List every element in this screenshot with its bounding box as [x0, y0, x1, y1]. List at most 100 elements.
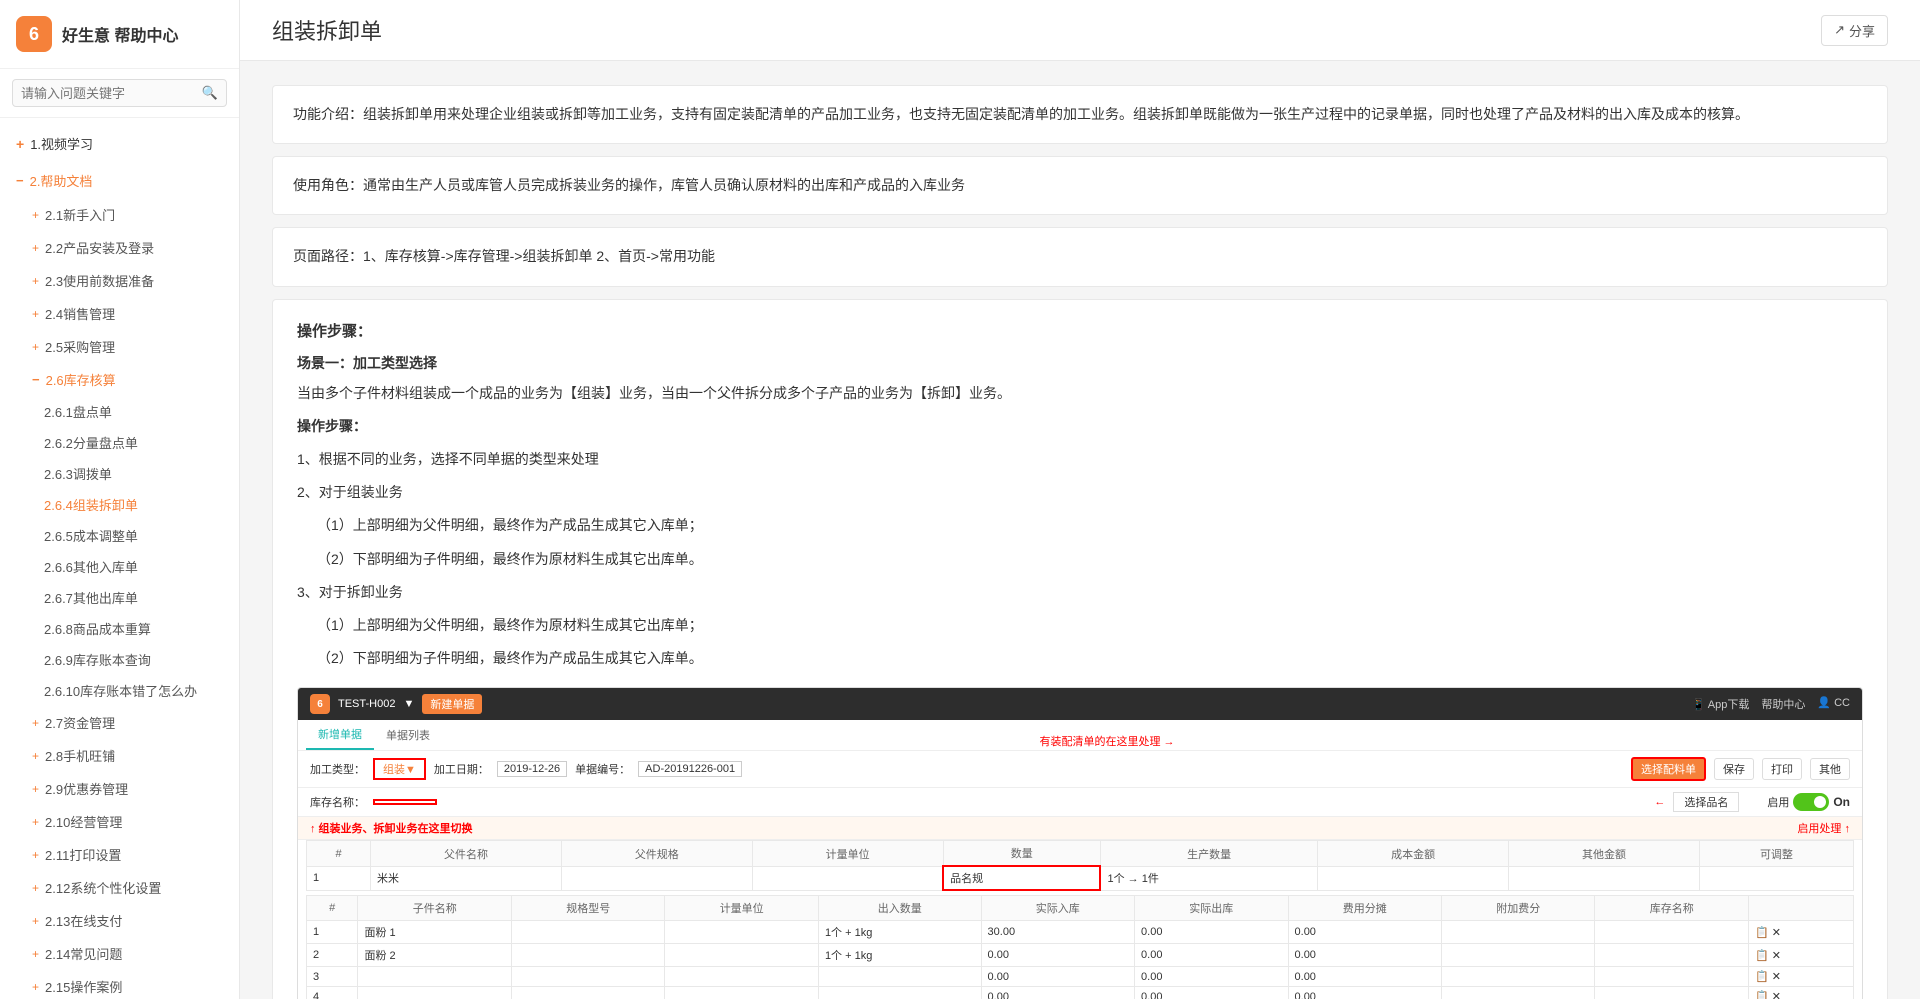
- step2-2: （2）下部明细为子件明细，最终作为原材料生成其它出库单。: [297, 547, 1863, 572]
- mock-new-btn[interactable]: 新建单据: [422, 694, 482, 714]
- sidebar-item-faq[interactable]: + 2.14常见问题: [16, 937, 239, 970]
- td-parent-spec: [561, 866, 752, 890]
- nav-item-269[interactable]: 2.6.9库存账本查询: [28, 644, 239, 675]
- sidebar-item-cases[interactable]: + 2.15操作案例: [16, 970, 239, 999]
- search-box[interactable]: 🔍: [12, 79, 227, 107]
- plus-icon-payment: +: [32, 914, 39, 928]
- nav-item-261[interactable]: 2.6.1盘点单: [28, 396, 239, 427]
- sidebar-item-video-label: 1.视频学习: [30, 134, 93, 153]
- search-input[interactable]: [21, 86, 202, 101]
- scene1-title: 场景一：加工类型选择: [297, 353, 1863, 373]
- mock-toggle-on[interactable]: [1793, 793, 1829, 811]
- plus-icon-data: +: [32, 274, 39, 288]
- mock-form-header: 加工类型： 组装▼ 加工日期： 2019-12-26 单据编号： AD-2019…: [298, 751, 1862, 788]
- main-content: 组装拆卸单 ↗ 分享 功能介绍：组装拆卸单用来处理企业组装或拆卸等加工业务，支持…: [240, 0, 1920, 999]
- mock-date-label: 加工日期：: [434, 761, 489, 777]
- nav-item-264[interactable]: 2.6.4组装拆卸单: [28, 489, 239, 520]
- step3: 3、对于拆卸业务: [297, 580, 1863, 605]
- sidebar-item-data[interactable]: + 2.3使用前数据准备: [16, 264, 239, 297]
- mock-helper: 帮助中心: [1761, 696, 1805, 712]
- share-icon: ↗: [1834, 22, 1845, 38]
- nav-item-2610[interactable]: 2.6.10库存账本错了怎么办: [28, 675, 239, 706]
- td-parent-name: 米米: [371, 866, 562, 890]
- nav-item-268[interactable]: 2.6.8商品成本重算: [28, 613, 239, 644]
- bth-alloc: 费用分摊: [1288, 896, 1441, 921]
- th-no: #: [307, 841, 371, 867]
- sidebar-item-sales[interactable]: + 2.4销售管理: [16, 297, 239, 330]
- mock-tab-active[interactable]: 新增单据: [306, 720, 374, 750]
- sidebar-item-sys[interactable]: + 2.12系统个性化设置: [16, 871, 239, 904]
- plus-icon-mobile: +: [32, 749, 39, 763]
- mock-annotation-stock: ←: [1654, 796, 1665, 808]
- sidebar-item-purchase[interactable]: + 2.5采购管理: [16, 330, 239, 363]
- plus-icon-purchase: +: [32, 340, 39, 354]
- table-row: 1 面粉 1 1个 + 1kg 30.00 0.00 0.00: [307, 921, 1854, 944]
- sidebar-item-mobile[interactable]: + 2.8手机旺铺: [16, 739, 239, 772]
- role-text: 使用角色：通常由生产人员或库管人员完成拆装业务的操作，库管人员确认原材料的出库和…: [293, 177, 965, 193]
- mock-header-id: TEST-H002: [338, 698, 395, 710]
- nav-item-267[interactable]: 2.6.7其他出库单: [28, 582, 239, 613]
- sidebar-item-payment[interactable]: + 2.13在线支付: [16, 904, 239, 937]
- mock-annotation-assembly: 有装配清单的在这里处理 →: [1039, 733, 1174, 749]
- td-no: 1: [307, 866, 371, 890]
- mock-stock-row: 库存名称： ← 选择品名 启用 On: [298, 788, 1862, 817]
- share-label: 分享: [1849, 21, 1875, 40]
- sidebar-item-install[interactable]: + 2.2产品安装及登录: [16, 231, 239, 264]
- mock-select-btn[interactable]: 选择配料单: [1631, 757, 1706, 781]
- nav-area: + 1.视频学习 − 2.帮助文档 + 2.1新手入门 + 2.2产品安装及登录: [0, 118, 239, 999]
- mock-print-btn[interactable]: 打印: [1762, 758, 1802, 780]
- sidebar-item-inventory[interactable]: − 2.6库存核算: [16, 363, 239, 396]
- sidebar-item-coupon[interactable]: + 2.9优惠券管理: [16, 772, 239, 805]
- nav-item-266[interactable]: 2.6.6其他入库单: [28, 551, 239, 582]
- mock-num-label: 单据编号：: [575, 761, 630, 777]
- scene1-desc: 当由多个子件材料组装成一个成品的业务为【组装】业务，当由一个父件拆分成多个子产品…: [297, 381, 1863, 406]
- th-qty: 数量: [943, 841, 1100, 867]
- plus-icon-newbie: +: [32, 208, 39, 222]
- table-row: 1 米米 品名规 1个 → 1件: [307, 866, 1854, 890]
- mock-screenshot: 6 TEST-H002 ▼ 新建单据 📱 App下载 帮助中心 👤 CC: [298, 688, 1862, 999]
- mock-qty-red[interactable]: 品名规: [950, 873, 983, 885]
- steps-block: 操作步骤： 场景一：加工类型选择 当由多个子件材料组装成一个成品的业务为【组装】…: [272, 299, 1888, 999]
- mock-dropdown-icon: ▼: [403, 698, 414, 710]
- share-button[interactable]: ↗ 分享: [1821, 15, 1888, 46]
- nav-item-263[interactable]: 2.6.3调拨单: [28, 458, 239, 489]
- mock-toggle-area: 启用 On: [1767, 793, 1850, 811]
- td-prod-qty: 1个 → 1件: [1100, 866, 1317, 890]
- screenshot-container: 6 TEST-H002 ▼ 新建单据 📱 App下载 帮助中心 👤 CC: [297, 687, 1863, 999]
- table-row: 30.000.000.00📋 ✕: [307, 967, 1854, 987]
- mock-tab-list[interactable]: 单据列表: [374, 721, 442, 749]
- intro-text: 功能介绍：组装拆卸单用来处理企业组装或拆卸等加工业务，支持有固定装配清单的产品加…: [293, 106, 1749, 122]
- sidebar-item-video[interactable]: + 1.视频学习: [0, 126, 239, 161]
- minus-icon: −: [16, 173, 24, 188]
- arrow-right: →: [1164, 736, 1175, 748]
- mock-annotation-row: ↑ 组装业务、拆卸业务在这里切换 启用处理 ↑: [298, 817, 1862, 840]
- sidebar-item-print[interactable]: + 2.11打印设置: [16, 838, 239, 871]
- mock-type-selector[interactable]: 组装▼: [373, 758, 426, 780]
- mock-stock-input[interactable]: [373, 799, 437, 805]
- mock-type-label: 加工类型：: [310, 761, 365, 777]
- mock-other-btn[interactable]: 其他: [1810, 758, 1850, 780]
- td-other: [1509, 866, 1700, 890]
- logo-area: 6 好生意 帮助中心: [0, 0, 239, 69]
- sidebar-item-newbie[interactable]: + 2.1新手入门: [16, 198, 239, 231]
- sidebar-item-ops[interactable]: + 2.10经营管理: [16, 805, 239, 838]
- mock-qty-input[interactable]: 选择品名: [1673, 792, 1739, 812]
- mock-bottom-table-area: # 子件名称 规格型号 计量单位 出入数量 实际入库 实际出库 费用分摊 附加费…: [298, 895, 1862, 999]
- sidebar-item-docs[interactable]: − 2.帮助文档: [0, 163, 239, 198]
- nav-section-video: + 1.视频学习: [0, 126, 239, 161]
- td-cost: [1318, 866, 1509, 890]
- bth-no: #: [307, 896, 358, 921]
- mock-save-btn[interactable]: 保存: [1714, 758, 1754, 780]
- sidebar-item-finance[interactable]: + 2.7资金管理: [16, 706, 239, 739]
- bth-unit: 计量单位: [665, 896, 818, 921]
- mock-date-value: 2019-12-26: [497, 761, 567, 777]
- nav-item-265[interactable]: 2.6.5成本调整单: [28, 520, 239, 551]
- nav-item-262[interactable]: 2.6.2分量盘点单: [28, 427, 239, 458]
- mock-top-table-area: # 父件名称 父件规格 计量单位 数量 生产数量 成本金额 其他金额 可调整: [298, 840, 1862, 895]
- plus-icon-faq: +: [32, 947, 39, 961]
- table-row: 2 面粉 2 1个 + 1kg 0.00 0.00 0.00: [307, 944, 1854, 967]
- plus-icon-sys: +: [32, 881, 39, 895]
- plus-icon: +: [16, 136, 24, 152]
- td-adj: [1699, 866, 1853, 890]
- mock-stock-label: 库存名称：: [310, 794, 365, 810]
